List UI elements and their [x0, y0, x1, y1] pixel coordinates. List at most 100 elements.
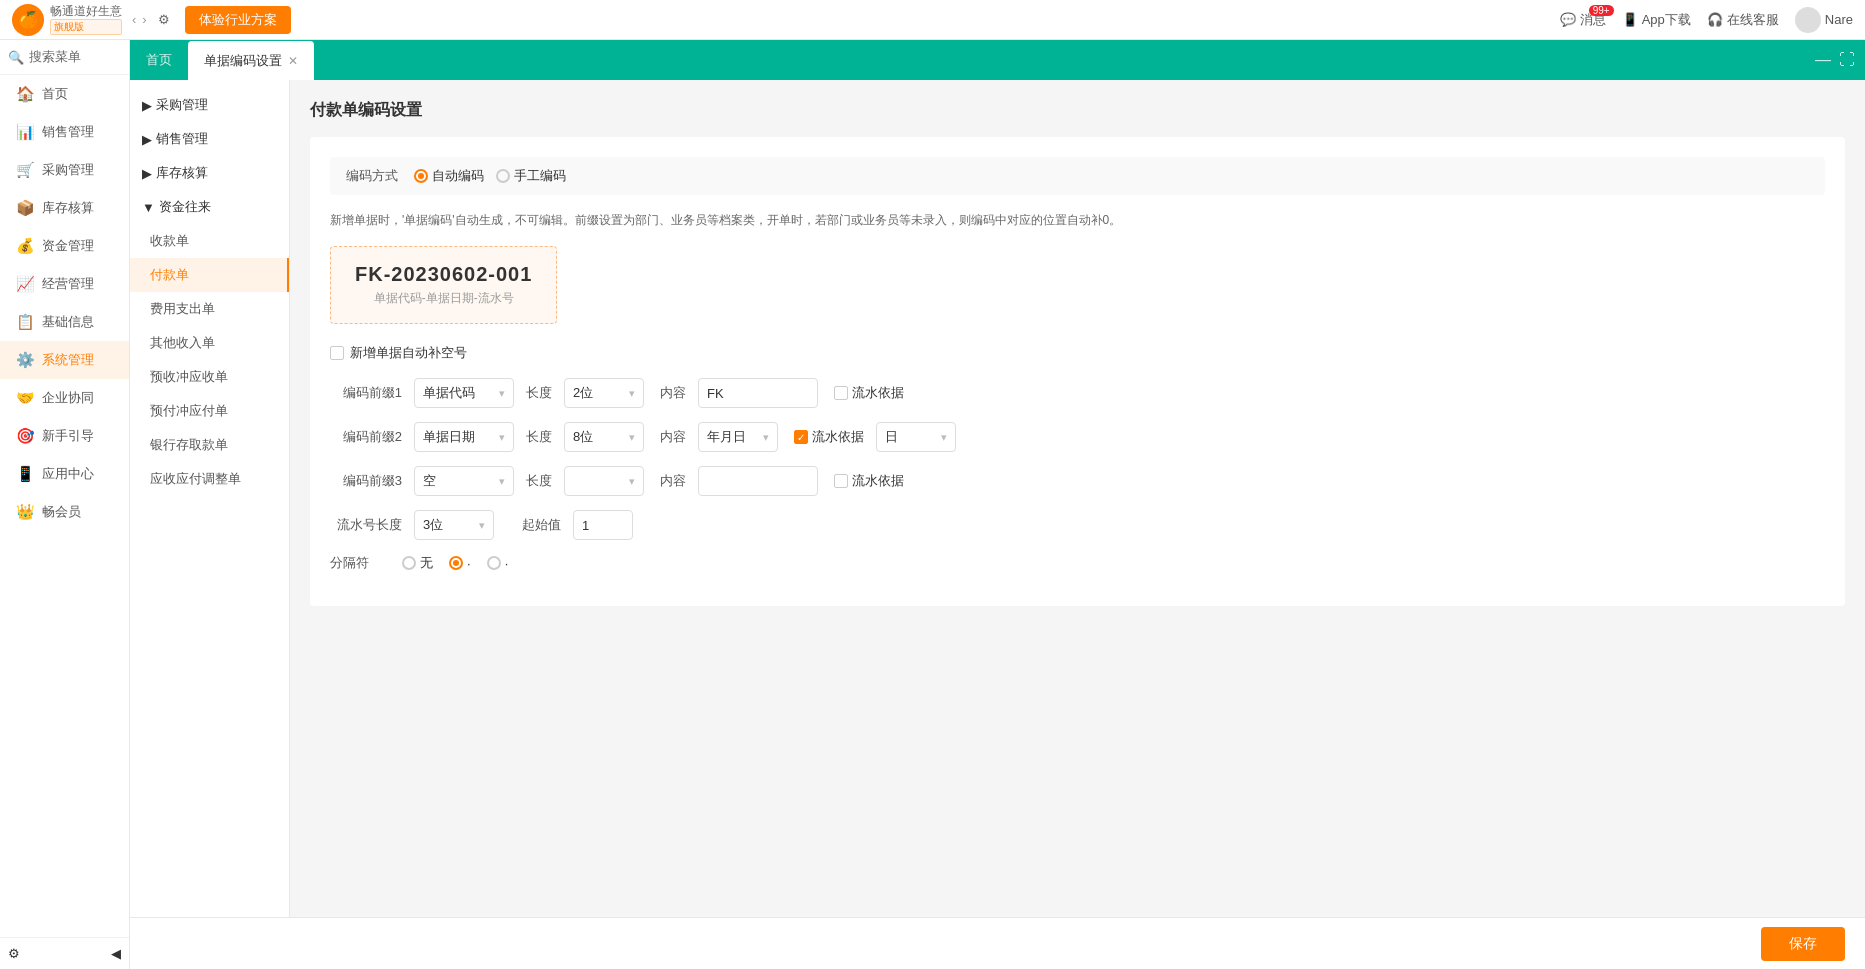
nav-gear-icon[interactable]: ⚙	[153, 9, 175, 31]
app-icon: 📱	[1622, 12, 1638, 27]
hint-text: 新增单据时，'单据编码'自动生成，不可编辑。前缀设置为部门、业务员等档案类，开单…	[330, 211, 1825, 230]
tab-encoding-label: 单据编码设置	[204, 52, 282, 70]
main-panel: 付款单编码设置 编码方式 自动编码 手工编码	[290, 80, 1865, 917]
serial-length-row: 流水号长度 3位 ▾ 起始值	[330, 510, 1825, 540]
brand-tag: 旗舰版	[50, 19, 122, 35]
brand-name: 畅通道好生意	[50, 4, 122, 18]
message-badge: 99+	[1589, 5, 1614, 16]
sub-group-purchase: ▶ 采购管理	[130, 88, 289, 122]
sidebar-settings-icon[interactable]: ⚙	[8, 946, 20, 961]
prefix-3-select[interactable]: 空 ▾	[414, 466, 514, 496]
code-preview: FK-20230602-001 单据代码-单据日期-流水号	[330, 246, 557, 324]
user-profile[interactable]: Nare	[1795, 7, 1853, 33]
tab-home[interactable]: 首页	[130, 40, 188, 80]
message-button[interactable]: 💬 消息 99+	[1560, 11, 1606, 29]
tab-close-icon[interactable]: ✕	[288, 54, 298, 68]
sub-item-bank-label: 银行存取款单	[150, 437, 228, 452]
prefix-2-select-arrow: ▾	[499, 431, 505, 444]
tab-encoding-settings[interactable]: 单据编码设置 ✕	[188, 41, 314, 81]
serial-length-select[interactable]: 3位 ▾	[414, 510, 494, 540]
prefix-2-content-value: 年月日	[707, 428, 746, 446]
separator-none-label: 无	[420, 554, 433, 572]
new-doc-fill-label: 新增单据自动补空号	[350, 344, 467, 362]
sidebar-item-system[interactable]: ⚙️ 系统管理	[0, 341, 129, 379]
auto-encode-radio[interactable]: 自动编码	[414, 167, 484, 185]
sidebar-item-sales[interactable]: 📊 销售管理	[0, 113, 129, 151]
manual-encode-radio[interactable]: 手工编码	[496, 167, 566, 185]
sidebar-label-enterprise: 企业协同	[42, 389, 94, 407]
prefix-3-length-select[interactable]: ▾	[564, 466, 644, 496]
sidebar-item-finance[interactable]: 💰 资金管理	[0, 227, 129, 265]
separator-dot-radio[interactable]: ·	[449, 556, 471, 571]
prefix-1-serial-checkbox[interactable]	[834, 386, 848, 400]
sidebar-collapse-icon[interactable]: ◀	[111, 946, 121, 961]
start-value-input[interactable]	[573, 510, 633, 540]
sidebar-item-operation[interactable]: 📈 经营管理	[0, 265, 129, 303]
sub-item-receipt-label: 收款单	[150, 233, 189, 248]
prefix-1-length-value: 2位	[573, 384, 593, 402]
sidebar-label-member: 畅会员	[42, 503, 81, 521]
sidebar-item-home[interactable]: 🏠 首页	[0, 75, 129, 113]
search-menu-label: 搜索菜单	[29, 48, 81, 66]
content-body: ▶ 采购管理 ▶ 销售管理 ▶ 库存核算	[130, 80, 1865, 917]
prefix-2-select[interactable]: 单据日期 ▾	[414, 422, 514, 452]
tab-minimize-icon[interactable]: —	[1815, 51, 1831, 69]
sidebar-label-finance: 资金管理	[42, 237, 94, 255]
trial-button[interactable]: 体验行业方案	[185, 6, 291, 34]
sub-item-pre-pay-label: 预付冲应付单	[150, 403, 228, 418]
sidebar-item-inventory[interactable]: 📦 库存核算	[0, 189, 129, 227]
sidebar-item-guide[interactable]: 🎯 新手引导	[0, 417, 129, 455]
encoding-method-label: 编码方式	[346, 167, 398, 185]
sub-group-capital-title[interactable]: ▼ 资金往来	[130, 190, 289, 224]
search-menu-button[interactable]: 🔍 搜索菜单	[0, 40, 129, 75]
prefix-2-length-select[interactable]: 8位 ▾	[564, 422, 644, 452]
online-service-button[interactable]: 🎧 在线客服	[1707, 11, 1779, 29]
tab-maximize-icon[interactable]: ⛶	[1839, 51, 1855, 69]
sub-group-purchase-arrow: ▶	[142, 98, 152, 113]
sidebar-item-appstore[interactable]: 📱 应用中心	[0, 455, 129, 493]
sidebar-item-member[interactable]: 👑 畅会员	[0, 493, 129, 531]
serial-length-value: 3位	[423, 516, 443, 534]
save-button[interactable]: 保存	[1761, 927, 1845, 961]
sub-group-inventory-title[interactable]: ▶ 库存核算	[130, 156, 289, 190]
sub-item-other-income[interactable]: 其他收入单	[130, 326, 289, 360]
top-bar: 🍊 畅通道好生意 旗舰版 ‹ › ⚙ 体验行业方案 💬 消息 99+ 📱 App…	[0, 0, 1865, 40]
prefix-1-label: 编码前缀1	[330, 384, 402, 402]
prefix-3-serial-label: 流水依据	[852, 472, 904, 490]
sub-group-sales-title[interactable]: ▶ 销售管理	[130, 122, 289, 156]
prefix-2-period-value: 日	[885, 428, 898, 446]
sub-group-purchase-title[interactable]: ▶ 采购管理	[130, 88, 289, 122]
sub-item-adjustment[interactable]: 应收应付调整单	[130, 462, 289, 496]
prefix-2-period-select[interactable]: 日 ▾	[876, 422, 956, 452]
prefix-3-serial-checkbox[interactable]	[834, 474, 848, 488]
prefix-1-content-input[interactable]	[698, 378, 818, 408]
sub-item-payment[interactable]: 付款单	[130, 258, 289, 292]
auto-encode-dot	[414, 169, 428, 183]
prefix-2-serial-label: 流水依据	[812, 428, 864, 446]
sub-group-inventory-label: 库存核算	[156, 164, 208, 182]
nav-forward-icon[interactable]: ›	[142, 12, 146, 27]
prefix-1-length-select[interactable]: 2位 ▾	[564, 378, 644, 408]
sidebar-item-purchase[interactable]: 🛒 采购管理	[0, 151, 129, 189]
prefix-1-length-arrow: ▾	[629, 387, 635, 400]
nav-back-icon[interactable]: ‹	[132, 12, 136, 27]
prefix-2-serial-checkbox[interactable]: ✓	[794, 430, 808, 444]
main-layout: 🔍 搜索菜单 🏠 首页 📊 销售管理 🛒 采购管理 📦 库存核算 💰 资金管理 …	[0, 40, 1865, 969]
sub-sidebar: ▶ 采购管理 ▶ 销售管理 ▶ 库存核算	[130, 80, 290, 917]
prefix-3-content-input[interactable]	[698, 466, 818, 496]
sidebar-label-home: 首页	[42, 85, 68, 103]
prefix-1-select[interactable]: 单据代码 ▾	[414, 378, 514, 408]
sidebar-item-basic[interactable]: 📋 基础信息	[0, 303, 129, 341]
sub-item-receipt[interactable]: 收款单	[130, 224, 289, 258]
separator-none-radio[interactable]: 无	[402, 554, 433, 572]
separator-dot2-radio[interactable]: ·	[487, 556, 509, 571]
new-doc-fill-checkbox[interactable]	[330, 346, 344, 360]
sidebar-item-enterprise[interactable]: 🤝 企业协同	[0, 379, 129, 417]
prefix-2-content-select[interactable]: 年月日 ▾	[698, 422, 778, 452]
app-download-button[interactable]: 📱 App下载	[1622, 11, 1691, 29]
sub-item-expense[interactable]: 费用支出单	[130, 292, 289, 326]
sub-item-pre-receive[interactable]: 预收冲应收单	[130, 360, 289, 394]
sub-item-pre-pay[interactable]: 预付冲应付单	[130, 394, 289, 428]
sub-item-bank[interactable]: 银行存取款单	[130, 428, 289, 462]
message-icon: 💬	[1560, 12, 1576, 27]
